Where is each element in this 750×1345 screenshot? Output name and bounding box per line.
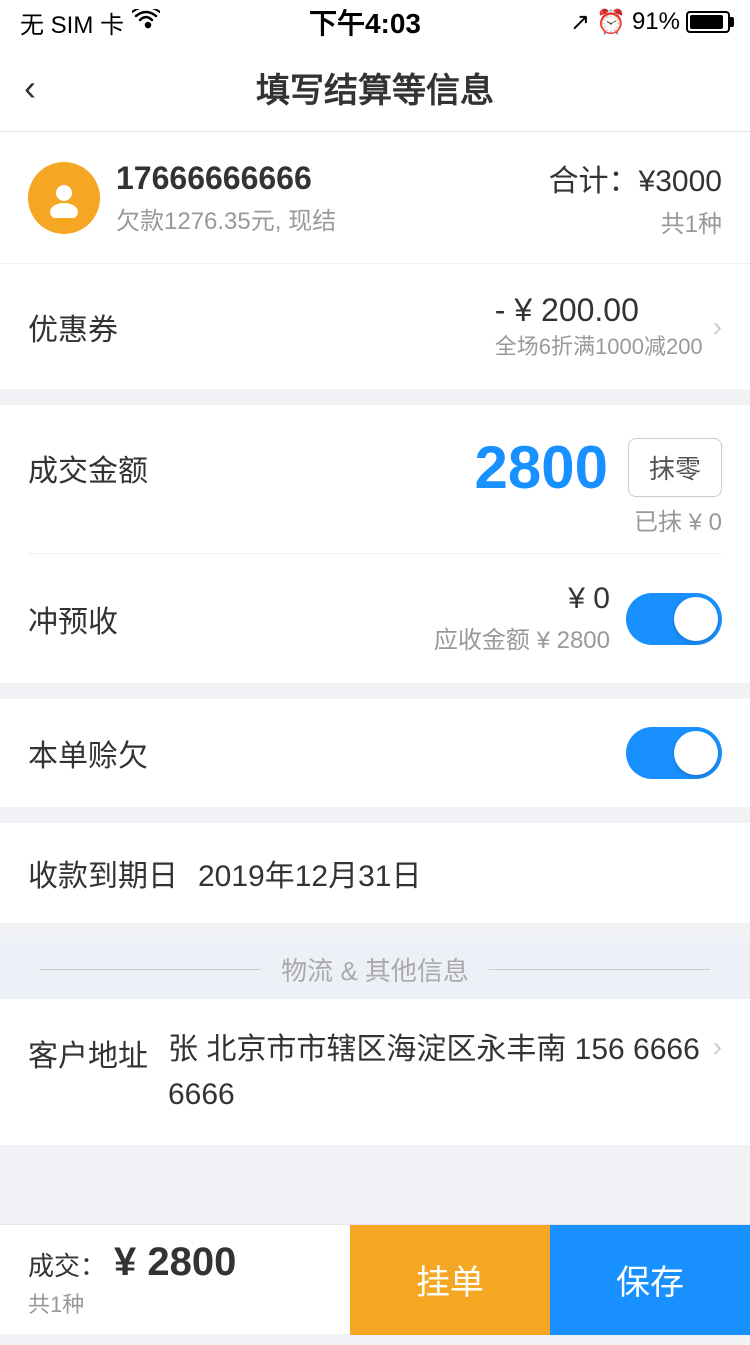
- avatar: [28, 162, 100, 234]
- address-value: 张 北京市市辖区海淀区永丰南 156 6666 6666: [168, 1027, 713, 1117]
- cys-amount-area: ¥ 0 应收金额 ¥ 2800: [434, 582, 610, 655]
- divider-line-right: [489, 969, 710, 970]
- divider-line: 物流 & 其他信息: [0, 951, 750, 988]
- divider-line-left: [40, 969, 261, 970]
- customer-sub: 欠款1276.35元, 现结: [116, 201, 336, 236]
- date-label: 收款到期日: [28, 851, 178, 895]
- customer-card: 17666666666 欠款1276.35元, 现结 合计：¥3000 共1种 …: [0, 132, 750, 389]
- round-button[interactable]: 抹零: [628, 438, 722, 497]
- address-chevron-icon: ›: [713, 1027, 722, 1063]
- bottom-summary: 成交： ¥ 2800 共1种: [0, 1240, 350, 1319]
- coupon-label: 优惠券: [28, 305, 118, 349]
- date-section: 收款到期日 2019年12月31日: [0, 823, 750, 923]
- customer-row: 17666666666 欠款1276.35元, 现结 合计：¥3000 共1种: [0, 132, 750, 263]
- status-left: 无 SIM 卡: [20, 5, 160, 40]
- deal-sub: 已抹 ¥ 0: [634, 509, 722, 536]
- customer-right: 合计：¥3000 共1种: [549, 156, 722, 239]
- divider-text: 物流 & 其他信息: [281, 951, 469, 988]
- deal-card: 成交金额 2800 抹零 已抹 ¥ 0 冲预收 ¥ 0 应收金额 ¥ 2800: [0, 405, 750, 683]
- coupon-desc: 全场6折满1000减200: [495, 329, 703, 361]
- status-time: 下午4:03: [309, 2, 421, 42]
- chevron-right-icon: ›: [713, 311, 722, 343]
- total-count: 共1种: [549, 204, 722, 239]
- deal-row: 成交金额 2800 抹零: [28, 433, 722, 502]
- location-icon: ↗: [570, 8, 590, 37]
- cys-amount: ¥ 0: [434, 582, 610, 616]
- hang-button[interactable]: 挂单: [350, 1225, 550, 1335]
- address-section[interactable]: 客户地址 张 北京市市辖区海淀区永丰南 156 6666 6666 ›: [0, 999, 750, 1145]
- status-bar: 无 SIM 卡 下午4:03 ↗ ⏰ 91%: [0, 0, 750, 44]
- chong-yu-shou-toggle[interactable]: [626, 593, 722, 645]
- back-button[interactable]: ‹: [24, 67, 36, 109]
- section-divider: 物流 & 其他信息: [0, 939, 750, 999]
- save-button[interactable]: 保存: [550, 1225, 750, 1335]
- ben-dan-label: 本单赊欠: [28, 731, 148, 775]
- coupon-row[interactable]: 优惠券 - ¥ 200.00 全场6折满1000减200 ›: [0, 263, 750, 389]
- total-amount: 合计：¥3000: [549, 156, 722, 200]
- ben-dan-toggle[interactable]: [626, 727, 722, 779]
- deal-right: 2800 抹零: [475, 433, 723, 502]
- deal-label: 成交金额: [28, 446, 148, 490]
- nav-bar: ‹ 填写结算等信息: [0, 44, 750, 132]
- date-value: 2019年12月31日: [198, 851, 421, 895]
- toggle-knob: [674, 597, 718, 641]
- alarm-icon: ⏰: [596, 8, 626, 37]
- coupon-amount: - ¥ 200.00: [495, 292, 703, 329]
- bottom-summary-top: 成交： ¥ 2800: [28, 1240, 322, 1285]
- deal-amount: 2800: [475, 433, 608, 502]
- bottom-bar: 成交： ¥ 2800 共1种 挂单 保存: [0, 1224, 750, 1334]
- bottom-deal-label: 成交：: [28, 1246, 106, 1283]
- cys-label: 冲预收: [28, 597, 118, 641]
- status-right: ↗ ⏰ 91%: [570, 8, 730, 37]
- battery-percent: 91%: [632, 8, 680, 36]
- coupon-info: - ¥ 200.00 全场6折满1000减200: [495, 292, 703, 361]
- toggle-knob-2: [674, 731, 718, 775]
- main-content: 17666666666 欠款1276.35元, 现结 合计：¥3000 共1种 …: [0, 132, 750, 1345]
- customer-phone: 17666666666: [116, 160, 336, 197]
- bottom-deal-amount: ¥ 2800: [114, 1240, 236, 1285]
- wifi-icon: [132, 8, 160, 36]
- ben-dan-section: 本单赊欠: [0, 699, 750, 807]
- customer-left: 17666666666 欠款1276.35元, 现结: [28, 160, 336, 236]
- cys-right: ¥ 0 应收金额 ¥ 2800: [434, 582, 722, 655]
- battery-icon: [686, 11, 730, 33]
- sim-label: 无 SIM 卡: [20, 5, 124, 40]
- chong-yu-shou-row: 冲预收 ¥ 0 应收金额 ¥ 2800: [28, 553, 722, 683]
- customer-info: 17666666666 欠款1276.35元, 现结: [116, 160, 336, 236]
- page-title: 填写结算等信息: [256, 63, 494, 112]
- bottom-count: 共1种: [28, 1287, 322, 1319]
- coupon-right: - ¥ 200.00 全场6折满1000减200 ›: [495, 292, 722, 361]
- cys-sub: 应收金额 ¥ 2800: [434, 620, 610, 655]
- address-label: 客户地址: [28, 1027, 148, 1075]
